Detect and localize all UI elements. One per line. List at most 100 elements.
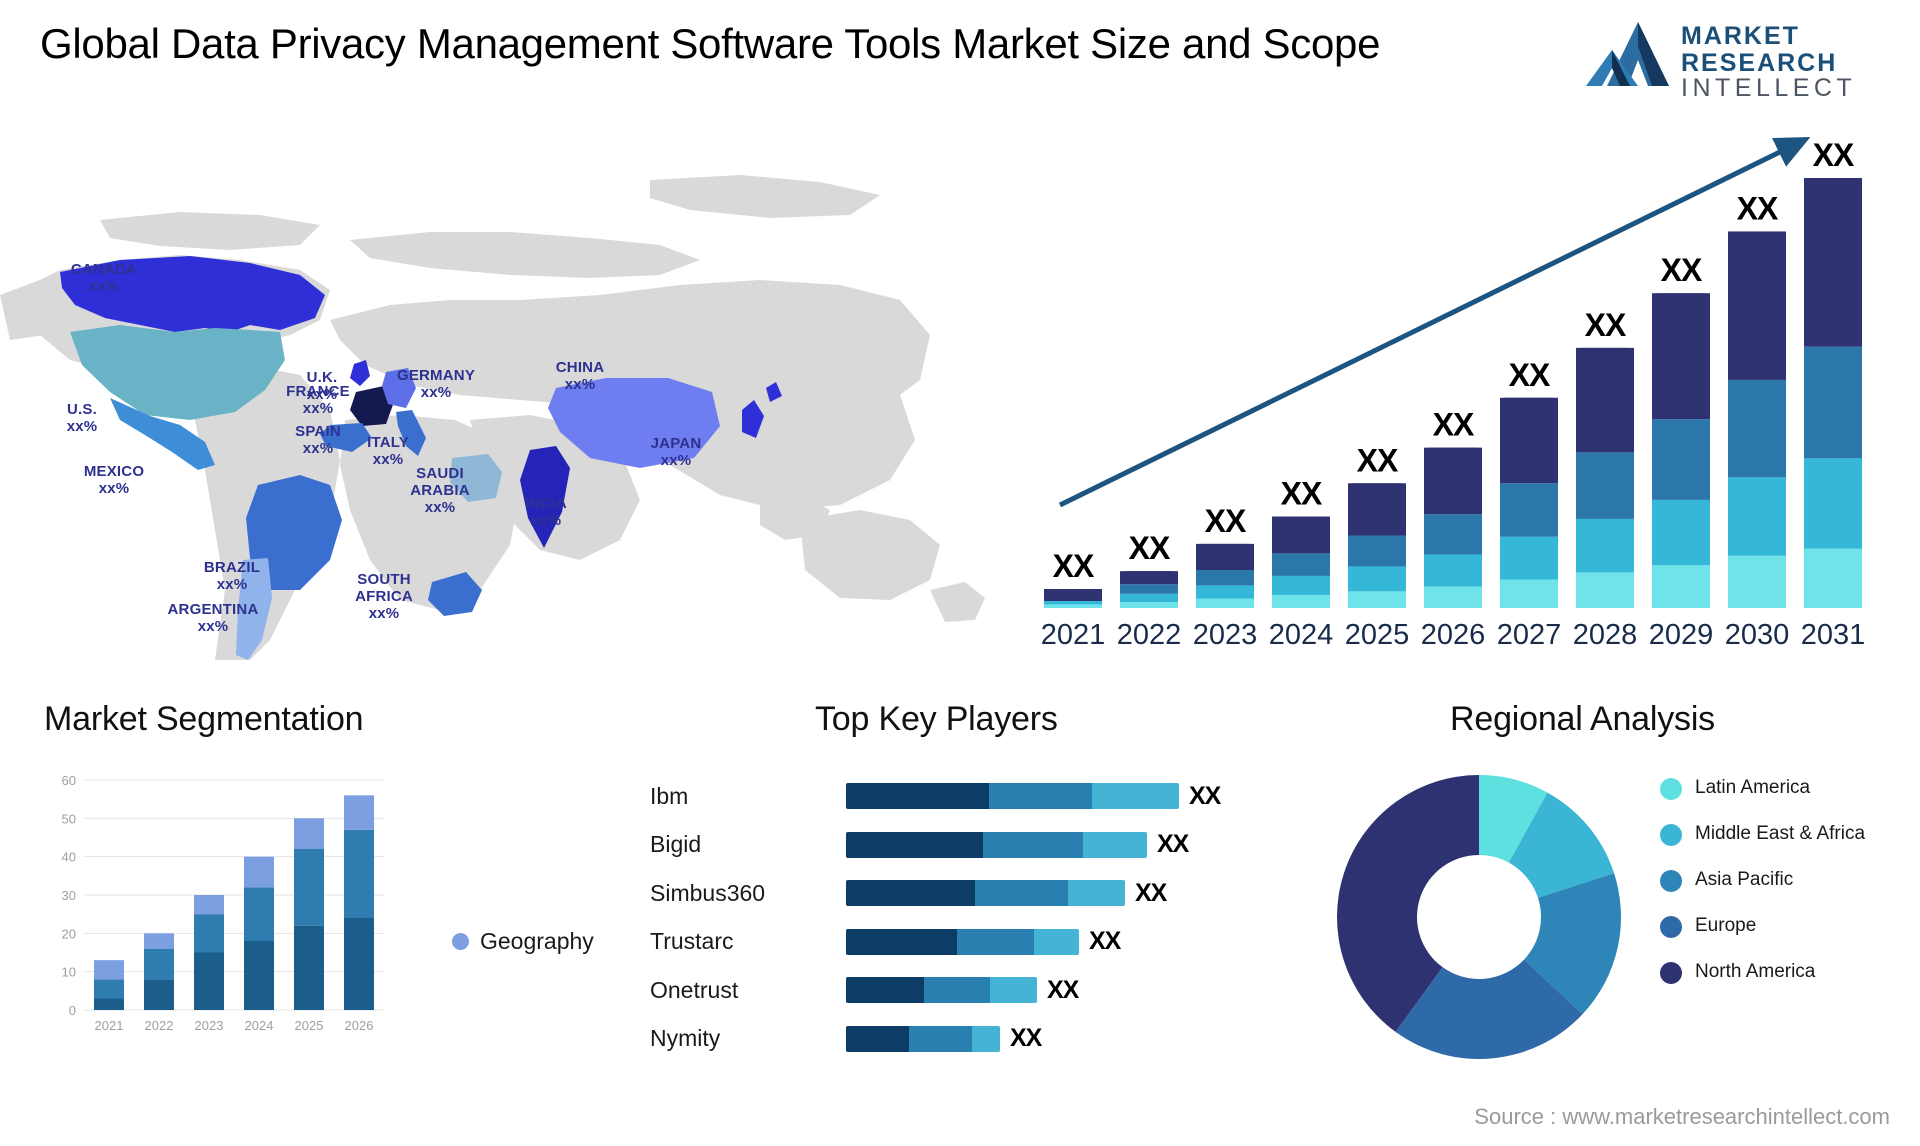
map-label-canada: CANADA xx% xyxy=(70,261,138,295)
forecast-bar-segment xyxy=(1804,346,1862,459)
gridlines xyxy=(84,779,384,1011)
segmentation-bar-segment xyxy=(144,933,174,949)
player-value-bar xyxy=(846,1025,1000,1052)
map-label-spain: SPAIN xx% xyxy=(295,423,341,457)
player-name: Simbus360 xyxy=(650,879,766,906)
logo-line-1: MARKET xyxy=(1681,22,1800,50)
segmentation-legend: Geography xyxy=(452,928,594,955)
forecast-bar-segment xyxy=(1500,483,1558,537)
forecast-year-label: 2031 xyxy=(1801,619,1866,651)
forecast-bar-segment xyxy=(1576,572,1634,608)
map-label-japan: JAPAN xx% xyxy=(650,435,702,469)
x-axis-tick-labels: 2021 2022 2023 2024 2025 2026 xyxy=(95,1018,374,1033)
forecast-value-label: XX xyxy=(1585,307,1627,343)
forecast-bar-segment xyxy=(1728,379,1786,478)
segmentation-bar-segment xyxy=(244,856,274,888)
top-key-players-list: Ibm XX Bigid XX Simbus360 XX Trustarc XX Onetrus… xyxy=(650,772,1300,1063)
legend-color-swatch xyxy=(1660,824,1682,846)
forecast-value-label: XX xyxy=(1661,252,1703,288)
regional-legend-item: Europe xyxy=(1660,914,1910,944)
player-value-bar xyxy=(846,880,1125,907)
legend-color-swatch xyxy=(1660,916,1682,938)
player-value-label: XX xyxy=(1157,830,1189,859)
y-tick-label: 60 xyxy=(62,773,76,788)
forecast-bar-segment xyxy=(1120,593,1178,603)
forecast-year-label: 2029 xyxy=(1649,619,1714,651)
forecast-bar-segment xyxy=(1652,293,1710,420)
forecast-bar-segment xyxy=(1804,458,1862,549)
map-label-italy: ITALY xx% xyxy=(367,434,409,468)
donut-slices xyxy=(1337,775,1621,1059)
player-bar-segment xyxy=(846,783,989,810)
logo-line-3: INTELLECT xyxy=(1681,74,1856,100)
map-label-china: CHINA xx% xyxy=(555,359,605,393)
forecast-year-label: 2026 xyxy=(1421,619,1486,651)
forecast-bar-segment xyxy=(1272,575,1330,595)
header: Global Data Privacy Management Software … xyxy=(0,0,1920,130)
map-label-argentina: ARGENTINA xx% xyxy=(167,601,259,635)
forecast-bar-segment xyxy=(1728,477,1786,556)
player-value-bar xyxy=(846,928,1079,955)
player-value-bar xyxy=(846,783,1179,810)
logo-svg: MARKET RESEARCH INTELLECT xyxy=(1586,22,1856,100)
y-tick-label: 0 xyxy=(69,1003,76,1018)
market-segmentation-chart: 0 10 20 30 40 50 60 2021 2022 2023 2024 2025 2026 xyxy=(62,773,384,1033)
legend-color-swatch xyxy=(1660,778,1682,800)
regional-legend-item: Middle East & Africa xyxy=(1660,822,1910,852)
player-bar-segment xyxy=(975,880,1068,907)
forecast-year-label: 2023 xyxy=(1193,619,1258,651)
mountain-peaks-icon xyxy=(1586,22,1669,86)
forecast-value-label: XX xyxy=(1129,530,1171,566)
forecast-value-label: XX xyxy=(1053,548,1095,584)
legend-label: North America xyxy=(1695,961,1816,982)
forecast-bar-segment xyxy=(1652,499,1710,566)
player-value-label: XX xyxy=(1135,878,1167,907)
player-name: Nymity xyxy=(650,1025,721,1052)
forecast-value-label: XX xyxy=(1813,137,1855,173)
forecast-year-label: 2025 xyxy=(1345,619,1410,651)
segmentation-bar-segment xyxy=(344,918,374,1010)
x-tick-label: 2024 xyxy=(245,1018,274,1033)
segmentation-bar-segment xyxy=(194,895,224,915)
forecast-bar-segment xyxy=(1272,594,1330,608)
player-row: Onetrust XX xyxy=(650,966,1300,1015)
player-value-label: XX xyxy=(1010,1024,1042,1053)
map-label-south-africa: SOUTH AFRICA xx% xyxy=(355,571,413,622)
forecast-bar-segment xyxy=(1500,536,1558,580)
legend-label: Middle East & Africa xyxy=(1695,823,1866,844)
forecast-year-label: 2027 xyxy=(1497,619,1562,651)
forecast-bar-segment xyxy=(1576,518,1634,573)
player-bar-segment xyxy=(846,977,924,1004)
legend-color-swatch-geography xyxy=(452,933,469,950)
market-segmentation-panel: Market Segmentation 0 10 20 30 40 50 60 2021 20… xyxy=(44,700,624,1120)
segmentation-bar-segment xyxy=(294,925,324,1010)
forecast-bar-segment xyxy=(1272,553,1330,576)
map-label-india: INDIA xx% xyxy=(525,495,567,529)
player-row: Trustarc XX xyxy=(650,918,1300,967)
player-bar-segment xyxy=(972,1025,1000,1052)
player-bar-segment xyxy=(846,831,983,858)
player-bar-segment xyxy=(1068,880,1125,907)
forecast-value-label: XX xyxy=(1433,407,1475,443)
player-value-bar xyxy=(846,831,1147,858)
page-title: Global Data Privacy Management Software … xyxy=(40,20,1381,67)
legend-label: Asia Pacific xyxy=(1695,869,1794,890)
segmentation-bar-segment xyxy=(194,914,224,953)
player-bar-segment xyxy=(990,977,1037,1004)
player-bar-segment xyxy=(909,1025,972,1052)
forecast-bar-segment xyxy=(1424,554,1482,587)
player-value-label: XX xyxy=(1189,781,1221,810)
player-bar-segment xyxy=(1092,783,1179,810)
forecast-bar-segment xyxy=(1348,535,1406,567)
player-value-label: XX xyxy=(1089,927,1121,956)
segmentation-bar-segment xyxy=(344,795,374,830)
forecast-bar-segment xyxy=(1804,548,1862,608)
forecast-bar-segment xyxy=(1196,585,1254,599)
forecast-value-label: XX xyxy=(1205,503,1247,539)
legend-label: Europe xyxy=(1695,915,1757,936)
player-name: Onetrust xyxy=(650,976,739,1003)
segmentation-bar-segment xyxy=(344,829,374,918)
forecast-stacked-bar-chart: XX XXXXXXXXXXXXXXXXXXXX 2021 2022 2023 2024 2… xyxy=(1041,136,1866,651)
forecast-bar-segment xyxy=(1804,178,1862,347)
map-label-us: U.S. xx% xyxy=(66,401,98,435)
